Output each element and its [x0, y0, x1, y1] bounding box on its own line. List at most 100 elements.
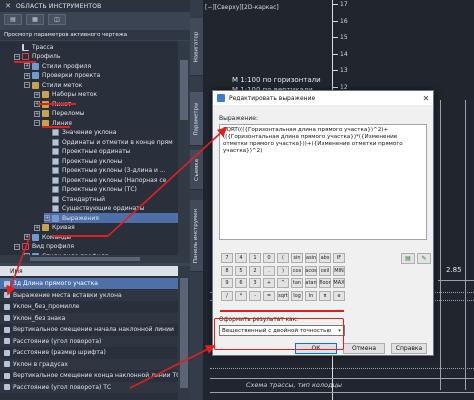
annotation-underline — [42, 126, 70, 128]
list-item[interactable]: Выражение места вставки уклона — [0, 289, 178, 301]
keypad-button[interactable]: sqrt — [277, 290, 289, 301]
list-item[interactable]: Расстояние (угол поворота) ТС — [0, 381, 178, 393]
tree-item[interactable]: + Переломы — [34, 109, 178, 119]
tree-scroll-thumb[interactable] — [180, 60, 188, 120]
keypad-button[interactable]: + — [263, 278, 275, 288]
tree-item[interactable]: + Стили профиля — [24, 61, 178, 71]
collapse-icon[interactable]: − — [24, 82, 30, 88]
tree-item[interactable]: Проектные уклоны (Напорная се — [44, 175, 178, 185]
keypad-button[interactable]: ( — [277, 253, 289, 263]
expand-icon[interactable]: + — [24, 72, 30, 79]
close-icon[interactable]: ✕ — [4, 2, 12, 10]
keypad-button[interactable]: tan — [291, 278, 303, 288]
expression-icon — [4, 303, 10, 310]
keypad-button[interactable]: 5 — [235, 265, 247, 276]
keypad-button[interactable]: MAX — [333, 278, 345, 288]
keypad-button[interactable]: 1 — [249, 253, 261, 263]
viewport-label[interactable]: [−][Сверху][2D-каркас] — [205, 4, 279, 11]
list-icon[interactable]: ▤ — [4, 13, 22, 25]
keypad-button[interactable]: 3 — [249, 278, 261, 288]
tab-navigator[interactable]: Навигатор — [190, 18, 203, 76]
keypad-button[interactable]: IF — [333, 253, 345, 263]
list-scroll-thumb[interactable] — [180, 278, 188, 388]
tree-item[interactable]: Проектные уклоны (ТС) — [44, 185, 178, 195]
list-column-header[interactable]: Имя — [0, 266, 178, 276]
list-item[interactable]: Вертикальное смещение начала наклонной л… — [0, 324, 178, 335]
tab-toolbox[interactable]: Панель инструмен — [190, 200, 203, 272]
layers-icon[interactable]: ◫ — [48, 13, 66, 25]
tree-item[interactable]: Ординаты и отметки в конце прям — [44, 137, 178, 147]
list-item[interactable]: Уклон_без_промилле — [0, 301, 178, 312]
list-item[interactable]: Расстояние (размер шрифта) — [0, 347, 178, 358]
collapse-icon[interactable]: − — [14, 53, 20, 60]
tree-item[interactable]: + Проверки проекта — [24, 71, 178, 81]
keypad-button[interactable]: atan — [305, 278, 317, 288]
keypad-button[interactable]: 7 — [221, 253, 233, 263]
keypad-button[interactable]: acos — [305, 265, 317, 276]
keypad-button[interactable]: ceil — [319, 265, 331, 276]
keypad-button[interactable]: e — [333, 290, 345, 301]
expand-icon[interactable]: + — [44, 215, 50, 221]
help-button[interactable]: Справка — [391, 343, 427, 354]
expand-icon[interactable]: + — [24, 234, 30, 240]
tree-item[interactable]: − Вид профиля — [14, 242, 178, 252]
dialog-close-icon[interactable]: ✕ — [419, 94, 433, 103]
tree-item[interactable]: Проектные уклоны — [44, 156, 178, 166]
prospector-dropdown[interactable]: Просмотр параметров активного чертежа — [0, 30, 190, 40]
collapse-icon[interactable]: − — [14, 243, 20, 250]
tree-item[interactable]: Проектные уклоны (3-длина и ... — [44, 166, 178, 176]
keypad-button[interactable]: 0 — [263, 253, 275, 263]
tree-item[interactable]: − Стили меток — [24, 80, 178, 90]
expand-icon[interactable]: + — [34, 91, 40, 98]
keypad-button[interactable]: ) — [277, 265, 289, 276]
list-item[interactable]: Расстояние (угол поворота) — [0, 335, 178, 347]
tree-item[interactable]: + Кривая — [34, 223, 178, 233]
expression-textarea[interactable]: SQRT((({Горизонтальная длина прямого уча… — [219, 124, 427, 240]
keypad-button[interactable]: * — [235, 290, 247, 301]
keypad-button[interactable]: floor — [319, 278, 331, 288]
dialog-titlebar[interactable]: Редактировать выражение ✕ — [213, 91, 433, 105]
expand-icon[interactable]: + — [34, 224, 40, 231]
list-item[interactable]: Уклон_без знака — [0, 312, 178, 324]
keypad-button[interactable]: sin — [291, 253, 303, 263]
keypad-button[interactable]: cos — [291, 265, 303, 276]
tree-item[interactable]: Стандартный — [44, 194, 178, 204]
keypad-button[interactable]: abs — [319, 253, 331, 263]
filter-icon[interactable]: ▦ — [26, 13, 44, 25]
keypad-button[interactable]: 4 — [235, 253, 247, 263]
tree-item[interactable]: Существующие ординаты — [44, 204, 178, 214]
keypad-button[interactable]: / — [221, 290, 233, 301]
insert-property-button[interactable]: ▤ — [401, 253, 415, 264]
tree-hscroll-thumb[interactable] — [30, 257, 140, 261]
tree-item[interactable]: − Профиль — [14, 52, 178, 62]
expand-icon[interactable]: + — [24, 63, 30, 69]
tree-item[interactable]: Проектные ординаты — [44, 147, 178, 157]
cancel-button[interactable]: Отмена — [343, 343, 385, 354]
keypad-button[interactable]: = — [263, 290, 275, 301]
keypad-button[interactable]: MIN — [333, 265, 345, 276]
keypad-button[interactable]: 8 — [221, 265, 233, 276]
tab-parameters[interactable]: Параметры — [190, 92, 203, 146]
list-item[interactable]: Уклон в градусах — [0, 358, 178, 370]
tree-item[interactable]: Значение уклона — [44, 128, 178, 138]
expand-icon[interactable]: + — [34, 110, 40, 117]
keypad-button[interactable]: asin — [305, 253, 317, 263]
collapse-icon[interactable]: − — [34, 120, 40, 126]
insert-function-button[interactable]: ✎ — [417, 253, 431, 264]
tree-item[interactable]: + Команды — [24, 232, 178, 242]
keypad-button[interactable]: log — [291, 290, 303, 301]
tree-item[interactable]: + Наборы меток — [34, 90, 178, 100]
keypad-button[interactable]: 6 — [235, 278, 247, 288]
keypad-button[interactable]: 9 — [221, 278, 233, 288]
keypad-button[interactable]: - — [249, 290, 261, 301]
keypad-button[interactable]: π — [319, 290, 331, 301]
tab-survey[interactable]: Съемка — [190, 150, 203, 190]
keypad-button[interactable]: 2 — [249, 265, 261, 276]
keypad-button[interactable]: . — [263, 265, 275, 276]
tree-item[interactable]: + Выражения — [44, 213, 178, 223]
keypad-button[interactable]: ^ — [277, 278, 289, 288]
list-item[interactable]: Вертикальное смещение конца наклонной ли… — [0, 370, 178, 381]
keypad-button[interactable]: ln — [305, 290, 317, 301]
tree-item[interactable]: Трасса — [14, 42, 178, 52]
list-item[interactable]: 3д Длина прямого участка — [0, 278, 178, 289]
